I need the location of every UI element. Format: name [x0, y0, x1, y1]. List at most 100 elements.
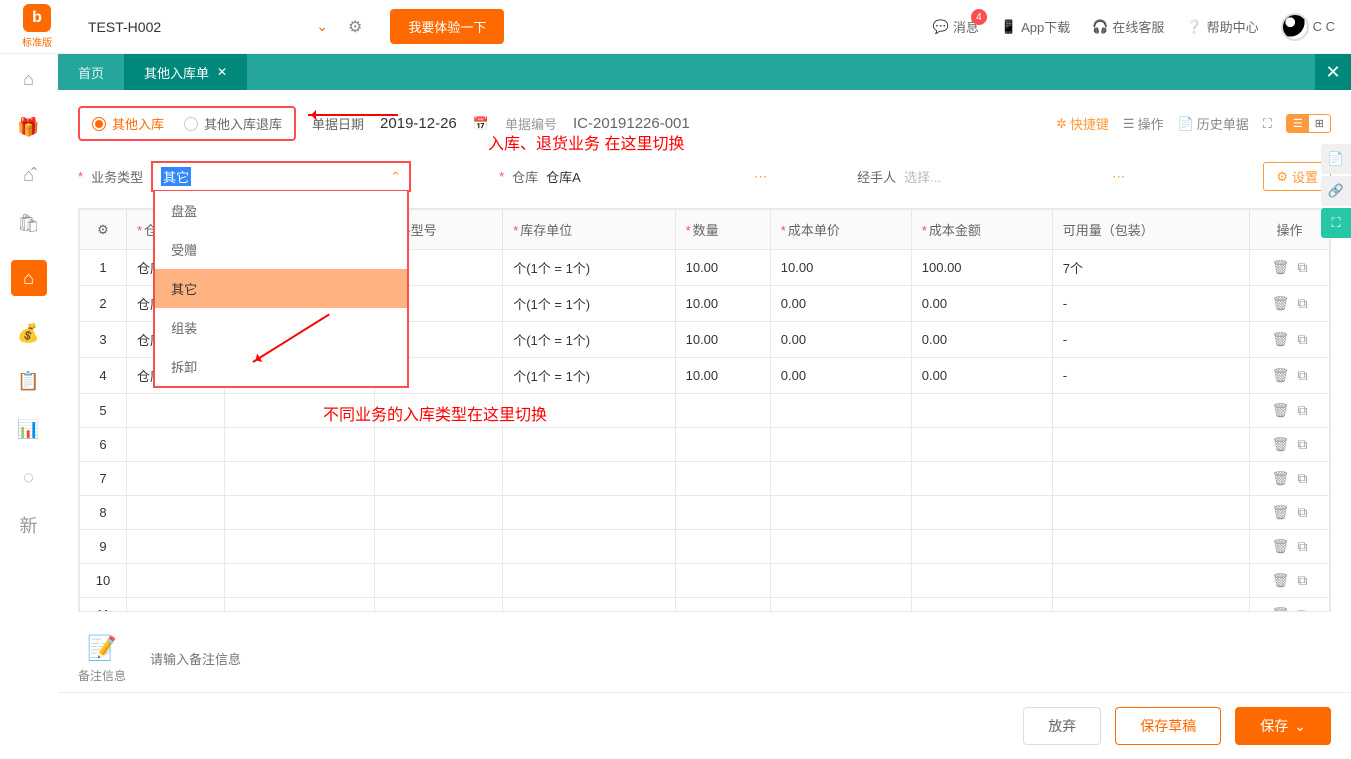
sidebar-bag-icon[interactable]: 🛍 [18, 212, 40, 234]
sidebar-report-icon[interactable]: 📊 [18, 418, 40, 440]
dd-option-zuzhuang[interactable]: 组装 [155, 308, 407, 347]
header-right: 💬 消息 4 📱 App下载 🎧 在线客服 ❔ 帮助中心 C C [933, 13, 1335, 41]
help-icon: ❔ [1186, 19, 1202, 35]
user-menu[interactable]: C C [1281, 13, 1335, 41]
view-toggle: ☰ ⊞ [1286, 114, 1331, 133]
biztype-field: * 业务类型 其它 ⌃ 盘盈 受赠 其它 组装 拆卸 [78, 161, 411, 192]
app-download-link[interactable]: 📱 App下载 [1001, 17, 1070, 36]
dd-option-panying[interactable]: 盘盈 [155, 191, 407, 230]
sidebar-shop-icon[interactable]: ⌂̂ [18, 164, 40, 186]
copy-icon[interactable]: ⧉ [1297, 436, 1307, 452]
messages-link[interactable]: 💬 消息 4 [933, 17, 979, 36]
copy-icon[interactable]: ⧉ [1297, 538, 1307, 554]
handler-select[interactable]: 选择... [904, 167, 1104, 186]
right-rail: 📄 🔗 ⛶ [1321, 144, 1351, 238]
tab-other-inbound[interactable]: 其他入库单 ✕ [124, 54, 247, 90]
table-row[interactable]: 11 🗑⧉ [80, 598, 1330, 613]
sidebar-money-icon[interactable]: 💰 [18, 322, 40, 344]
avatar-icon [1281, 13, 1309, 41]
delete-icon[interactable]: 🗑 [1272, 259, 1290, 275]
remark-icon-block: 📝 备注信息 [78, 634, 126, 684]
discard-button[interactable]: 放弃 [1023, 707, 1101, 745]
more-icon[interactable]: ⋯ [1112, 169, 1127, 185]
history-link[interactable]: 📄 历史单据 [1178, 114, 1249, 133]
copy-icon[interactable]: ⧉ [1297, 606, 1307, 612]
copy-icon[interactable]: ⧉ [1297, 331, 1307, 347]
message-icon: 💬 [933, 19, 949, 35]
remark-input[interactable] [142, 644, 1331, 675]
delete-icon[interactable]: 🗑 [1272, 402, 1290, 418]
form-row-2: * 业务类型 其它 ⌃ 盘盈 受赠 其它 组装 拆卸 * 仓库 仓库 [78, 161, 1331, 192]
messages-badge: 4 [971, 9, 987, 25]
radio-other-return[interactable]: 其他入库退库 [184, 114, 282, 133]
delete-icon[interactable]: 🗑 [1272, 606, 1290, 612]
table-row[interactable]: 8 🗑⧉ [80, 496, 1330, 530]
expand-icon[interactable]: ⛶ [1263, 116, 1272, 132]
close-icon[interactable]: ✕ [217, 65, 227, 79]
delete-icon[interactable]: 🗑 [1272, 436, 1290, 452]
more-icon[interactable]: ⋯ [754, 169, 769, 185]
copy-icon[interactable]: ⧉ [1297, 504, 1307, 520]
delete-icon[interactable]: 🗑 [1272, 367, 1290, 383]
rail-expand-icon[interactable]: ⛶ [1321, 208, 1351, 238]
table-row[interactable]: 7 🗑⧉ [80, 462, 1330, 496]
logo-icon: b [23, 4, 51, 32]
gear-icon[interactable]: ⚙ [348, 17, 362, 37]
biztype-select[interactable]: 其它 ⌃ 盘盈 受赠 其它 组装 拆卸 [151, 161, 411, 192]
copy-icon[interactable]: ⧉ [1297, 402, 1307, 418]
help-center-link[interactable]: ❔ 帮助中心 [1186, 17, 1258, 36]
inbound-type-radio-group: 其他入库 其他入库退库 [78, 106, 296, 141]
table-row[interactable]: 5 🗑⧉ [80, 394, 1330, 428]
table-row[interactable]: 6 🗑⧉ [80, 428, 1330, 462]
table-row[interactable]: 9 🗑⧉ [80, 530, 1330, 564]
logo[interactable]: b 标准版 [16, 4, 58, 49]
table-row[interactable]: 10 🗑⧉ [80, 564, 1330, 598]
radio-icon [92, 117, 106, 131]
sidebar-clipboard-icon[interactable]: 📋 [18, 370, 40, 392]
warehouse-field: * 仓库 仓库A ⋯ [499, 167, 769, 186]
save-button[interactable]: 保存 ⌄ [1235, 707, 1331, 745]
delete-icon[interactable]: 🗑 [1272, 470, 1290, 486]
org-name: TEST-H002 [88, 19, 161, 35]
th-gear[interactable]: ⚙ [80, 210, 127, 250]
sidebar-gift-icon[interactable]: 🎁 [18, 116, 40, 138]
calendar-icon[interactable]: 📅 [473, 116, 489, 132]
shortcut-link[interactable]: ✲ 快捷键 [1056, 114, 1109, 133]
copy-icon[interactable]: ⧉ [1297, 259, 1307, 275]
dd-option-qita[interactable]: 其它 [155, 269, 407, 308]
copy-icon[interactable]: ⧉ [1297, 572, 1307, 588]
view-grid-icon[interactable]: ⊞ [1309, 115, 1330, 132]
sidebar-home-icon[interactable]: ⌂ [18, 68, 40, 90]
delete-icon[interactable]: 🗑 [1272, 295, 1290, 311]
th-available: 可用量（包装） [1052, 210, 1249, 250]
delete-icon[interactable]: 🗑 [1272, 331, 1290, 347]
delete-icon[interactable]: 🗑 [1272, 504, 1290, 520]
biztype-dropdown: 盘盈 受赠 其它 组装 拆卸 [153, 191, 409, 388]
dd-option-shouzeng[interactable]: 受赠 [155, 230, 407, 269]
online-service-link[interactable]: 🎧 在线客服 [1092, 17, 1164, 36]
org-selector[interactable]: TEST-H002 ⌄ [88, 18, 328, 35]
sidebar-warehouse-icon[interactable]: ⌂ [11, 260, 47, 296]
copy-icon[interactable]: ⧉ [1297, 470, 1307, 486]
radio-other-inbound[interactable]: 其他入库 [92, 114, 164, 133]
remark-section: 📝 备注信息 [78, 626, 1331, 692]
sidebar-sync-icon[interactable]: ◌ [18, 466, 40, 488]
sidebar-new-icon[interactable]: 新 [18, 514, 40, 536]
main-area: 首页 其他入库单 ✕ ✕ 其他入库 其他入库退库 单据日期 2019-12-26 [58, 54, 1351, 759]
save-draft-button[interactable]: 保存草稿 [1115, 707, 1221, 745]
date-value[interactable]: 2019-12-26 [380, 115, 457, 132]
view-list-icon[interactable]: ☰ [1287, 115, 1309, 132]
annotation-text-1: 入库、退货业务 在这里切换 [488, 130, 684, 154]
tab-home[interactable]: 首页 [58, 54, 124, 90]
close-all-tabs[interactable]: ✕ [1315, 54, 1351, 90]
cta-button[interactable]: 我要体验一下 [390, 9, 504, 44]
dd-option-chaixie[interactable]: 拆卸 [155, 347, 407, 386]
rail-note-icon[interactable]: 📄 [1321, 144, 1351, 174]
copy-icon[interactable]: ⧉ [1297, 367, 1307, 383]
warehouse-value[interactable]: 仓库A [546, 167, 746, 186]
delete-icon[interactable]: 🗑 [1272, 538, 1290, 554]
copy-icon[interactable]: ⧉ [1297, 295, 1307, 311]
operation-link[interactable]: ☰ 操作 [1123, 114, 1164, 133]
delete-icon[interactable]: 🗑 [1272, 572, 1290, 588]
rail-link-icon[interactable]: 🔗 [1321, 176, 1351, 206]
